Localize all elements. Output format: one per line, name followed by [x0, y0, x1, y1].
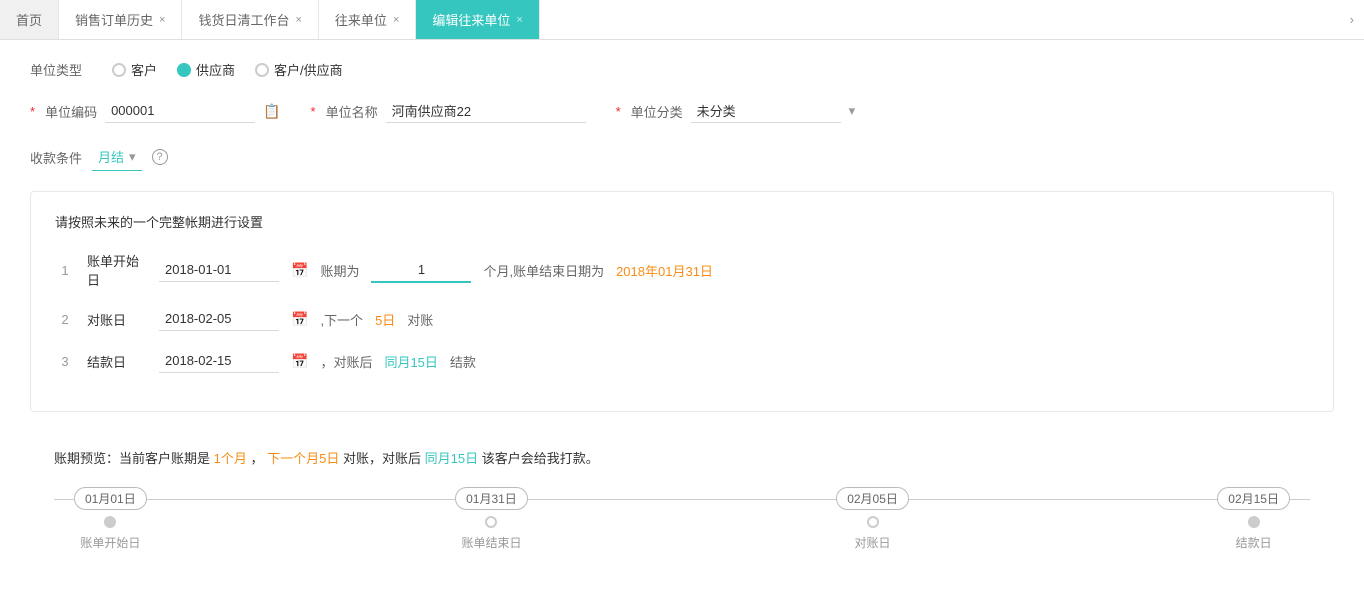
unit-name-input[interactable] [386, 99, 586, 123]
timeline-item-2: 02月05日 对账日 [836, 487, 909, 551]
preview-text: 账期预览：当前客户账期是 1个月 ， 下一个月5日 对账，对账后 同月15日 该… [54, 448, 1310, 467]
period-row-1: 1 账单开始日 📅 账期为 个月,账单结束日期为 2018年01月31日 [55, 251, 1309, 289]
payment-condition-value: 月结 [98, 147, 124, 166]
period-payment-text2: 结款 [450, 352, 476, 371]
unit-category-input[interactable] [691, 99, 841, 123]
period-end-date-highlight: 2018年01月31日 [616, 261, 713, 280]
preview-sep1: ， [251, 451, 264, 466]
unit-name-field: * 单位名称 [311, 99, 586, 123]
radio-customer-supplier[interactable]: 客户/供应商 [255, 60, 343, 79]
period-label-reconcile: 对账日 [87, 310, 147, 329]
radio-circle-supplier [177, 63, 191, 77]
preview-part1: 1个月 [214, 451, 247, 466]
tab-close-edit-partner[interactable]: × [516, 14, 522, 26]
radio-group-unit-type: 客户 供应商 客户/供应商 [112, 60, 343, 79]
tab-close-sales-history[interactable]: × [159, 14, 165, 26]
tab-close-partner-units[interactable]: × [393, 14, 399, 26]
payment-condition-label: 收款条件 [30, 148, 82, 167]
timeline-pill-1: 01月31日 [455, 487, 528, 510]
timeline-dot-0 [104, 516, 116, 528]
timeline-label-3: 结款日 [1236, 534, 1272, 551]
period-start-text1: 账期为 [320, 261, 359, 280]
radio-circle-both [255, 63, 269, 77]
unit-name-required-star: * [311, 104, 316, 119]
period-reconcile-highlight: 5日 [375, 310, 395, 329]
timeline-container: 01月01日 账单开始日 01月31日 账单结束日 02月05日 对账日 02月… [54, 487, 1310, 551]
period-payment-highlight: 同月15日 [384, 352, 437, 371]
timeline-label-0: 账单开始日 [80, 534, 140, 551]
period-months-input[interactable] [371, 258, 471, 283]
unit-name-label: 单位名称 [326, 102, 378, 121]
unit-category-label: 单位分类 [631, 102, 683, 121]
period-start-date-input[interactable] [159, 258, 279, 282]
timeline-dot-1 [485, 516, 497, 528]
preview-suffix: 该客户会给我打款。 [482, 451, 599, 466]
tab-home[interactable]: 首页 [0, 0, 59, 39]
tab-cash-work[interactable]: 钱货日清工作台 × [182, 0, 318, 39]
timeline-pill-0: 01月01日 [74, 487, 147, 510]
timeline-dot-2 [867, 516, 879, 528]
preview-part2: 下一个月5日 [267, 451, 339, 466]
tab-bar: 首页 销售订单历史 × 钱货日清工作台 × 往来单位 × 编辑往来单位 × › [0, 0, 1364, 40]
tab-edit-partner[interactable]: 编辑往来单位 × [416, 0, 539, 39]
tab-sales-history[interactable]: 销售订单历史 × [59, 0, 182, 39]
period-payment-text1: ，对账后 [320, 352, 372, 371]
unit-category-dropdown-icon[interactable]: ▾ [849, 103, 856, 119]
unit-code-field: * 单位编码 📋 [30, 99, 281, 123]
preview-sep2: 对账，对账后 [343, 451, 421, 466]
period-num-2: 2 [55, 312, 75, 327]
unit-category-required-star: * [616, 104, 621, 119]
period-reconcile-text2: 对账 [407, 310, 433, 329]
period-start-calendar-icon[interactable]: 📅 [291, 262, 308, 279]
period-label-payment: 结款日 [87, 352, 147, 371]
timeline-item-0: 01月01日 账单开始日 [74, 487, 147, 551]
period-payment-date-input[interactable] [159, 349, 279, 373]
payment-condition-dropdown-icon[interactable]: ▾ [129, 149, 136, 165]
form-fields-row: * 单位编码 📋 * 单位名称 * 单位分类 ▾ [30, 99, 1334, 123]
timeline-pill-2: 02月05日 [836, 487, 909, 510]
unit-category-field: * 单位分类 ▾ [616, 99, 856, 123]
radio-circle-customer [112, 63, 126, 77]
timeline-label-1: 账单结束日 [461, 534, 521, 551]
timeline-pill-3: 02月15日 [1217, 487, 1290, 510]
period-reconcile-calendar-icon[interactable]: 📅 [291, 311, 308, 328]
payment-condition-row: 收款条件 月结 ▾ ? [30, 143, 1334, 171]
timeline-dot-3 [1248, 516, 1260, 528]
period-reconcile-date-input[interactable] [159, 307, 279, 331]
timeline-item-1: 01月31日 账单结束日 [455, 487, 528, 551]
timeline-item-3: 02月15日 结款日 [1217, 487, 1290, 551]
unit-type-row: 单位类型 客户 供应商 客户/供应商 [30, 60, 1334, 79]
unit-code-label: 单位编码 [45, 102, 97, 121]
period-reconcile-text1: ,下一个 [320, 310, 363, 329]
timeline-label-2: 对账日 [855, 534, 891, 551]
preview-prefix: 账期预览：当前客户账期是 [54, 451, 210, 466]
period-settings-box: 请按照未来的一个完整帐期进行设置 1 账单开始日 📅 账期为 个月,账单结束日期… [30, 191, 1334, 412]
tab-close-cash-work[interactable]: × [295, 14, 301, 26]
unit-type-label: 单位类型 [30, 60, 82, 79]
radio-supplier[interactable]: 供应商 [177, 60, 235, 79]
payment-help-icon[interactable]: ? [152, 149, 168, 165]
tab-partner-units[interactable]: 往来单位 × [319, 0, 416, 39]
main-content: 单位类型 客户 供应商 客户/供应商 * 单位编码 📋 * 单位名称 [0, 40, 1364, 608]
payment-condition-select[interactable]: 月结 ▾ [92, 143, 142, 171]
period-num-3: 3 [55, 354, 75, 369]
preview-section: 账期预览：当前客户账期是 1个月 ， 下一个月5日 对账，对账后 同月15日 该… [30, 432, 1334, 567]
period-label-start: 账单开始日 [87, 251, 147, 289]
period-settings-title: 请按照未来的一个完整帐期进行设置 [55, 212, 1309, 231]
unit-code-required-star: * [30, 104, 35, 119]
radio-customer[interactable]: 客户 [112, 60, 157, 79]
period-num-1: 1 [55, 263, 75, 278]
unit-code-input[interactable] [105, 99, 255, 123]
timeline-items: 01月01日 账单开始日 01月31日 账单结束日 02月05日 对账日 02月… [74, 487, 1290, 551]
period-payment-calendar-icon[interactable]: 📅 [291, 353, 308, 370]
period-row-2: 2 对账日 📅 ,下一个 5日 对账 [55, 307, 1309, 331]
period-start-text2: 个月,账单结束日期为 [483, 261, 604, 280]
tab-arrow[interactable]: › [1340, 0, 1364, 39]
period-row-3: 3 结款日 📅 ，对账后 同月15日 结款 [55, 349, 1309, 373]
unit-code-calendar-icon[interactable]: 📋 [263, 103, 280, 120]
preview-part3: 同月15日 [425, 451, 478, 466]
